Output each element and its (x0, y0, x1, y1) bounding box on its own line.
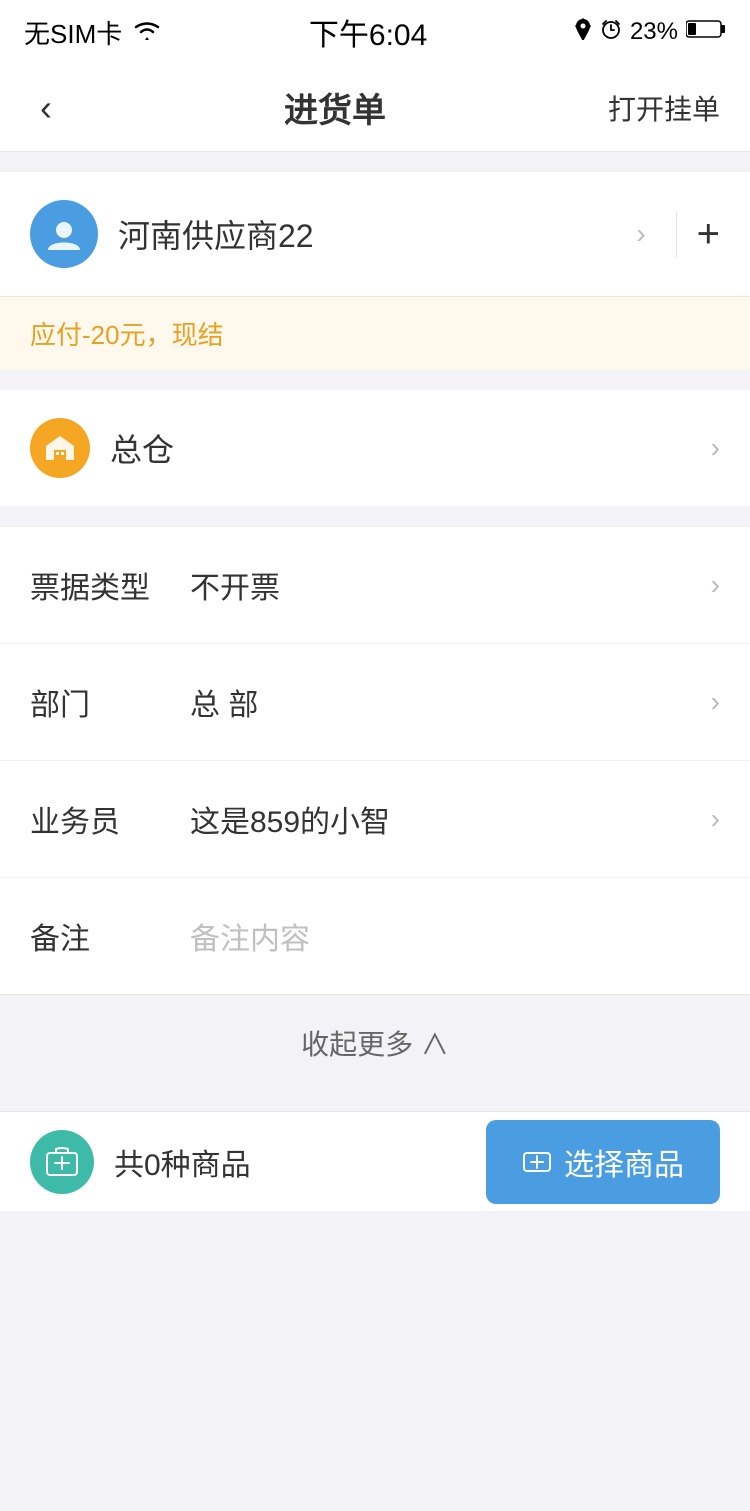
nav-bar: ‹ 进货单 打开挂单 (0, 64, 750, 152)
bottom-fill (0, 1211, 750, 1511)
department-value: 总 部 (190, 680, 711, 724)
collapse-label: 收起更多 ∧ (301, 1029, 449, 1060)
invoice-type-label: 票据类型 (30, 563, 190, 607)
supplier-chevron-icon: › (636, 218, 645, 250)
sales-rep-value: 这是859的小智 (190, 797, 711, 841)
wifi-icon (132, 17, 162, 48)
supplier-section: 河南供应商22 › + 应付-20元，现结 (0, 172, 750, 370)
supplier-avatar (30, 200, 98, 268)
carrier-label: 无SIM卡 (24, 14, 122, 51)
remark-value[interactable]: 备注内容 (190, 914, 720, 958)
status-time: 下午6:04 (309, 10, 427, 54)
sales-rep-row[interactable]: 业务员 这是859的小智 › (0, 760, 750, 877)
sales-rep-chevron-icon: › (711, 803, 720, 835)
notice-bar: 应付-20元，现结 (0, 296, 750, 370)
product-count: 共0种商品 (114, 1140, 466, 1184)
alarm-icon (600, 18, 622, 47)
product-bar: 共0种商品 选择商品 (0, 1111, 750, 1211)
gap-3 (0, 506, 750, 526)
warehouse-name: 总仓 (110, 425, 711, 471)
invoice-type-value: 不开票 (190, 563, 711, 607)
supplier-row[interactable]: 河南供应商22 › + (0, 172, 750, 296)
department-label: 部门 (30, 680, 190, 724)
location-icon (574, 18, 592, 47)
warehouse-section[interactable]: 总仓 › (0, 390, 750, 506)
gap-1 (0, 152, 750, 172)
page-title: 进货单 (284, 83, 386, 132)
select-product-label: 选择商品 (564, 1140, 684, 1184)
status-right: 23% (574, 18, 726, 47)
remark-label: 备注 (30, 914, 190, 958)
battery-icon (686, 18, 726, 46)
warehouse-row[interactable]: 总仓 › (0, 390, 750, 506)
notice-text: 应付-20元，现结 (30, 320, 224, 350)
warehouse-chevron-icon: › (711, 432, 720, 464)
back-button[interactable]: ‹ (30, 77, 62, 139)
add-supplier-button[interactable]: + (676, 212, 720, 257)
invoice-type-row[interactable]: 票据类型 不开票 › (0, 526, 750, 643)
department-row[interactable]: 部门 总 部 › (0, 643, 750, 760)
supplier-name: 河南供应商22 (118, 211, 636, 257)
select-product-button[interactable]: 选择商品 (486, 1120, 720, 1204)
collapse-row[interactable]: 收起更多 ∧ (0, 994, 750, 1091)
gap-2 (0, 370, 750, 390)
status-bar: 无SIM卡 下午6:04 23% (0, 0, 750, 64)
status-left: 无SIM卡 (24, 14, 162, 51)
remark-row[interactable]: 备注 备注内容 (0, 877, 750, 994)
form-section: 票据类型 不开票 › 部门 总 部 › 业务员 这是859的小智 › 备注 备注… (0, 526, 750, 994)
warehouse-icon (30, 418, 90, 478)
battery-label: 23% (630, 18, 678, 46)
invoice-type-chevron-icon: › (711, 569, 720, 601)
sales-rep-label: 业务员 (30, 797, 190, 841)
open-pending-button[interactable]: 打开挂单 (608, 88, 720, 128)
department-chevron-icon: › (711, 686, 720, 718)
product-icon (30, 1130, 94, 1194)
